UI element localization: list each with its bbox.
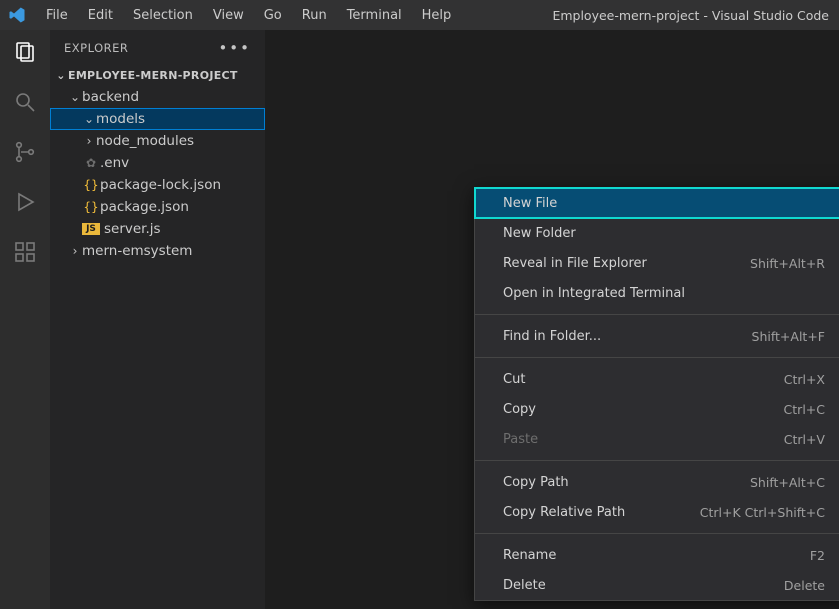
ctx-label: Open in Integrated Terminal — [503, 286, 685, 301]
menu-edit[interactable]: Edit — [78, 4, 123, 27]
tree-folder-backend[interactable]: ⌄ backend — [50, 86, 265, 108]
ctx-reveal-explorer[interactable]: Reveal in File Explorer Shift+Alt+R — [475, 248, 839, 278]
menu-bar: File Edit Selection View Go Run Terminal… — [36, 4, 461, 27]
chevron-down-icon: ⌄ — [82, 112, 96, 126]
folder-label: mern-emsystem — [82, 243, 192, 259]
ctx-label: New File — [503, 196, 557, 211]
ctx-label: New Folder — [503, 226, 576, 241]
menu-run[interactable]: Run — [292, 4, 337, 27]
tree-file-package-lock[interactable]: {} package-lock.json — [50, 174, 265, 196]
folder-label: node_modules — [96, 133, 194, 149]
ctx-label: Copy Relative Path — [503, 505, 625, 520]
ctx-copy[interactable]: Copy Ctrl+C — [475, 394, 839, 424]
ctx-label: Copy — [503, 402, 536, 417]
ctx-separator — [475, 533, 839, 534]
ctx-open-terminal[interactable]: Open in Integrated Terminal — [475, 278, 839, 308]
menu-go[interactable]: Go — [254, 4, 292, 27]
ctx-find-in-folder[interactable]: Find in Folder... Shift+Alt+F — [475, 321, 839, 351]
title-bar: File Edit Selection View Go Run Terminal… — [0, 0, 839, 30]
ctx-new-folder[interactable]: New Folder — [475, 218, 839, 248]
ctx-separator — [475, 314, 839, 315]
ctx-shortcut: Shift+Alt+F — [752, 329, 825, 344]
ctx-shortcut: Ctrl+V — [784, 432, 825, 447]
explorer-sidebar: EXPLORER ••• ⌄ EMPLOYEE-MERN-PROJECT ⌄ b… — [50, 30, 265, 609]
ctx-rename[interactable]: Rename F2 — [475, 540, 839, 570]
context-menu: New File New Folder Reveal in File Explo… — [474, 187, 839, 601]
sidebar-title: EXPLORER — [64, 41, 128, 55]
ctx-label: Copy Path — [503, 475, 569, 490]
tree-folder-mern-emsystem[interactable]: › mern-emsystem — [50, 240, 265, 262]
ctx-cut[interactable]: Cut Ctrl+X — [475, 364, 839, 394]
tree-file-server-js[interactable]: JS server.js — [50, 218, 265, 240]
explorer-section-title[interactable]: ⌄ EMPLOYEE-MERN-PROJECT — [50, 65, 265, 86]
ctx-shortcut: Ctrl+X — [784, 372, 825, 387]
ctx-shortcut: Ctrl+C — [784, 402, 825, 417]
file-label: .env — [100, 155, 129, 171]
activity-bar — [0, 30, 50, 609]
chevron-down-icon: ⌄ — [54, 69, 68, 82]
file-label: package-lock.json — [100, 177, 221, 193]
chevron-right-icon: › — [68, 244, 82, 258]
tree-file-package-json[interactable]: {} package.json — [50, 196, 265, 218]
json-icon: {} — [82, 178, 100, 192]
chevron-down-icon: ⌄ — [68, 90, 82, 104]
file-label: server.js — [104, 221, 161, 237]
ctx-copy-path[interactable]: Copy Path Shift+Alt+C — [475, 467, 839, 497]
js-icon: JS — [82, 223, 100, 235]
menu-selection[interactable]: Selection — [123, 4, 203, 27]
file-tree: ⌄ backend ⌄ models › node_modules ✿ .env… — [50, 86, 265, 262]
ctx-label: Find in Folder... — [503, 329, 601, 344]
ctx-separator — [475, 357, 839, 358]
tree-folder-node-modules[interactable]: › node_modules — [50, 130, 265, 152]
explorer-activity-icon[interactable] — [11, 38, 39, 66]
menu-terminal[interactable]: Terminal — [337, 4, 412, 27]
section-title-label: EMPLOYEE-MERN-PROJECT — [68, 69, 238, 82]
ctx-new-file[interactable]: New File — [475, 188, 839, 218]
folder-label: models — [96, 111, 145, 127]
gear-icon: ✿ — [82, 156, 100, 170]
sidebar-more-icon[interactable]: ••• — [218, 39, 251, 57]
menu-view[interactable]: View — [203, 4, 254, 27]
json-icon: {} — [82, 200, 100, 214]
vscode-logo-icon — [8, 6, 26, 24]
menu-help[interactable]: Help — [412, 4, 462, 27]
ctx-paste: Paste Ctrl+V — [475, 424, 839, 454]
window-title: Employee-mern-project - Visual Studio Co… — [552, 8, 829, 23]
ctx-shortcut: F2 — [810, 548, 825, 563]
ctx-label: Reveal in File Explorer — [503, 256, 647, 271]
ctx-label: Delete — [503, 578, 546, 593]
editor-area: New File New Folder Reveal in File Explo… — [265, 30, 839, 609]
ctx-shortcut: Ctrl+K Ctrl+Shift+C — [700, 505, 825, 520]
ctx-separator — [475, 460, 839, 461]
ctx-shortcut: Shift+Alt+R — [750, 256, 825, 271]
sidebar-header: EXPLORER ••• — [50, 30, 265, 65]
file-label: package.json — [100, 199, 189, 215]
ctx-shortcut: Shift+Alt+C — [750, 475, 825, 490]
source-control-activity-icon[interactable] — [11, 138, 39, 166]
tree-folder-models[interactable]: ⌄ models — [50, 108, 265, 130]
ctx-label: Rename — [503, 548, 556, 563]
ctx-delete[interactable]: Delete Delete — [475, 570, 839, 600]
ctx-shortcut: Delete — [784, 578, 825, 593]
ctx-label: Paste — [503, 432, 538, 447]
menu-file[interactable]: File — [36, 4, 78, 27]
search-activity-icon[interactable] — [11, 88, 39, 116]
ctx-copy-relative-path[interactable]: Copy Relative Path Ctrl+K Ctrl+Shift+C — [475, 497, 839, 527]
run-debug-activity-icon[interactable] — [11, 188, 39, 216]
tree-file-env[interactable]: ✿ .env — [50, 152, 265, 174]
folder-label: backend — [82, 89, 139, 105]
chevron-right-icon: › — [82, 134, 96, 148]
extensions-activity-icon[interactable] — [11, 238, 39, 266]
ctx-label: Cut — [503, 372, 525, 387]
